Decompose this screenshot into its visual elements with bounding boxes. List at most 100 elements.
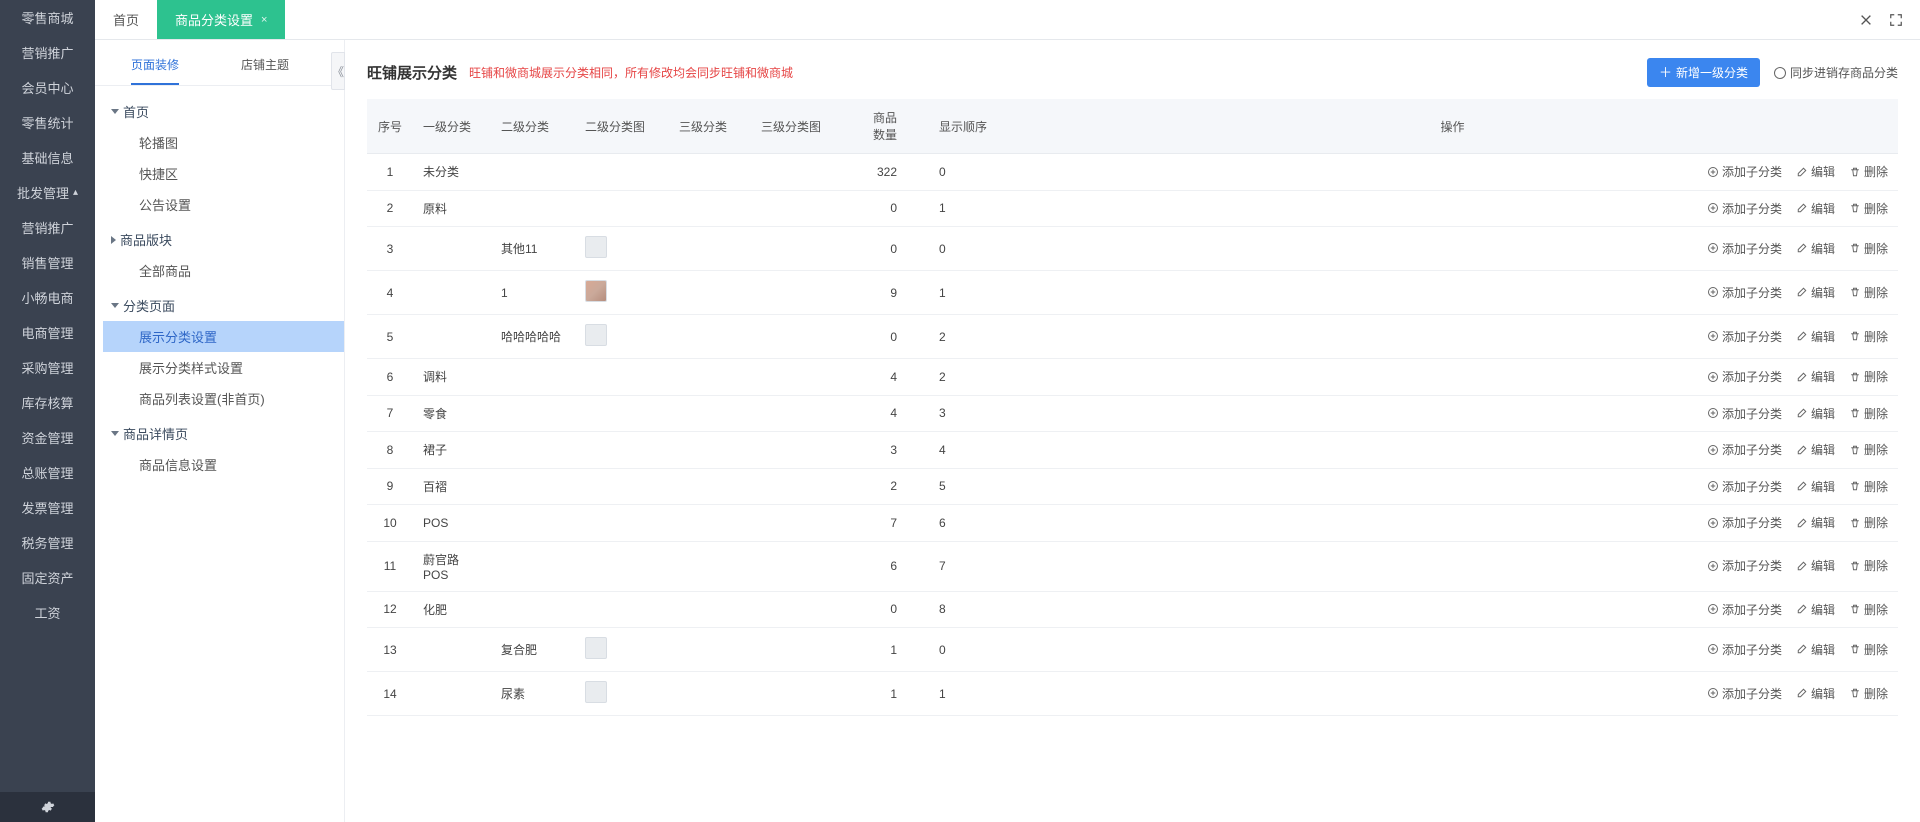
primary-nav-item[interactable]: 税务管理 (0, 525, 95, 560)
primary-nav-item[interactable]: 工资 (0, 595, 95, 630)
edit-button[interactable]: 编辑 (1796, 601, 1835, 618)
primary-nav-item[interactable]: 固定资产 (0, 560, 95, 595)
primary-nav-item[interactable]: 零售统计 (0, 105, 95, 140)
collapse-handle[interactable]: 《 (331, 52, 345, 90)
thumbnail[interactable] (585, 280, 607, 302)
edit-button[interactable]: 编辑 (1796, 284, 1835, 301)
add-sub-button[interactable]: 添加子分类 (1707, 200, 1782, 217)
sub-tab-theme[interactable]: 店铺主题 (241, 56, 289, 85)
delete-button[interactable]: 删除 (1849, 163, 1888, 180)
primary-nav-item[interactable]: 库存核算 (0, 385, 95, 420)
fullscreen-icon[interactable] (1888, 12, 1904, 28)
add-sub-button[interactable]: 添加子分类 (1707, 368, 1782, 385)
close-all-icon[interactable] (1858, 12, 1874, 28)
delete-button[interactable]: 删除 (1849, 284, 1888, 301)
delete-button[interactable]: 删除 (1849, 405, 1888, 422)
primary-nav-item[interactable]: 营销推广 (0, 210, 95, 245)
cell-l3img (751, 672, 859, 716)
primary-nav-item[interactable]: 小畅电商 (0, 280, 95, 315)
thumbnail[interactable] (585, 637, 607, 659)
add-sub-button[interactable]: 添加子分类 (1707, 641, 1782, 658)
cell-seq: 7 (367, 395, 413, 432)
edit-button[interactable]: 编辑 (1796, 441, 1835, 458)
add-sub-button[interactable]: 添加子分类 (1707, 441, 1782, 458)
edit-button[interactable]: 编辑 (1796, 163, 1835, 180)
edit-button[interactable]: 编辑 (1796, 557, 1835, 574)
primary-nav-item[interactable]: 会员中心 (0, 70, 95, 105)
add-sub-button[interactable]: 添加子分类 (1707, 163, 1782, 180)
add-sub-button[interactable]: 添加子分类 (1707, 601, 1782, 618)
tab-home[interactable]: 首页 (95, 0, 157, 39)
delete-button[interactable]: 删除 (1849, 240, 1888, 257)
tree-item[interactable]: 快捷区 (103, 158, 344, 189)
tree-item[interactable]: 展示分类设置 (103, 321, 344, 352)
delete-button[interactable]: 删除 (1849, 328, 1888, 345)
cell-ops: 添加子分类编辑删除 (1007, 541, 1898, 591)
tree-item[interactable]: 展示分类样式设置 (103, 352, 344, 383)
add-sub-button[interactable]: 添加子分类 (1707, 284, 1782, 301)
delete-button[interactable]: 删除 (1849, 514, 1888, 531)
edit-button[interactable]: 编辑 (1796, 328, 1835, 345)
cell-l3img (751, 541, 859, 591)
primary-nav-item[interactable]: 总账管理 (0, 455, 95, 490)
primary-nav-item[interactable]: 采购管理 (0, 350, 95, 385)
cell-l2img (575, 591, 669, 628)
primary-nav-item[interactable]: 基础信息 (0, 140, 95, 175)
cell-l3 (669, 190, 751, 227)
caret-icon (111, 236, 116, 244)
primary-nav-item[interactable]: 营销推广 (0, 35, 95, 70)
tree-item[interactable]: 商品信息设置 (103, 449, 344, 480)
tree-group-title[interactable]: 商品版块 (103, 224, 344, 255)
tree-group-title[interactable]: 商品详情页 (103, 418, 344, 449)
edit-button[interactable]: 编辑 (1796, 200, 1835, 217)
tree-item[interactable]: 轮播图 (103, 127, 344, 158)
edit-button[interactable]: 编辑 (1796, 240, 1835, 257)
tree-group-title[interactable]: 分类页面 (103, 290, 344, 321)
primary-nav-item[interactable]: 批发管理 (0, 175, 95, 210)
cell-seq: 6 (367, 359, 413, 396)
cell-qty: 1 (859, 672, 929, 716)
tab-active[interactable]: 商品分类设置 × (157, 0, 285, 39)
add-sub-button[interactable]: 添加子分类 (1707, 240, 1782, 257)
primary-nav-item[interactable]: 发票管理 (0, 490, 95, 525)
delete-button[interactable]: 删除 (1849, 641, 1888, 658)
tree-item[interactable]: 公告设置 (103, 189, 344, 220)
delete-button[interactable]: 删除 (1849, 557, 1888, 574)
add-sub-button[interactable]: 添加子分类 (1707, 685, 1782, 702)
edit-button[interactable]: 编辑 (1796, 641, 1835, 658)
sync-button[interactable]: 同步进销存商品分类 (1774, 64, 1898, 81)
thumbnail[interactable] (585, 324, 607, 346)
sub-tab-decor[interactable]: 页面装修 (131, 56, 179, 85)
tree-group-title[interactable]: 首页 (103, 96, 344, 127)
cell-ops: 添加子分类编辑删除 (1007, 271, 1898, 315)
delete-button[interactable]: 删除 (1849, 685, 1888, 702)
primary-nav-item[interactable]: 零售商城 (0, 0, 95, 35)
add-category-button[interactable]: ＋ 新增一级分类 (1647, 58, 1760, 87)
primary-nav-item[interactable]: 电商管理 (0, 315, 95, 350)
add-sub-button[interactable]: 添加子分类 (1707, 328, 1782, 345)
close-icon[interactable]: × (261, 14, 267, 26)
primary-nav-item[interactable]: 销售管理 (0, 245, 95, 280)
settings-footer[interactable] (0, 792, 95, 822)
add-sub-button[interactable]: 添加子分类 (1707, 514, 1782, 531)
delete-button[interactable]: 删除 (1849, 601, 1888, 618)
edit-button[interactable]: 编辑 (1796, 368, 1835, 385)
delete-button[interactable]: 删除 (1849, 478, 1888, 495)
cell-qty: 3 (859, 432, 929, 469)
tree-item[interactable]: 全部商品 (103, 255, 344, 286)
delete-button[interactable]: 删除 (1849, 200, 1888, 217)
add-sub-button[interactable]: 添加子分类 (1707, 405, 1782, 422)
add-sub-button[interactable]: 添加子分类 (1707, 557, 1782, 574)
add-sub-button[interactable]: 添加子分类 (1707, 478, 1782, 495)
edit-button[interactable]: 编辑 (1796, 478, 1835, 495)
primary-nav-item[interactable]: 资金管理 (0, 420, 95, 455)
tree-item[interactable]: 商品列表设置(非首页) (103, 383, 344, 414)
thumbnail[interactable] (585, 681, 607, 703)
primary-nav: 零售商城营销推广会员中心零售统计基础信息批发管理营销推广销售管理小畅电商电商管理… (0, 0, 95, 822)
delete-button[interactable]: 删除 (1849, 441, 1888, 458)
delete-button[interactable]: 删除 (1849, 368, 1888, 385)
thumbnail[interactable] (585, 236, 607, 258)
edit-button[interactable]: 编辑 (1796, 405, 1835, 422)
edit-button[interactable]: 编辑 (1796, 685, 1835, 702)
edit-button[interactable]: 编辑 (1796, 514, 1835, 531)
